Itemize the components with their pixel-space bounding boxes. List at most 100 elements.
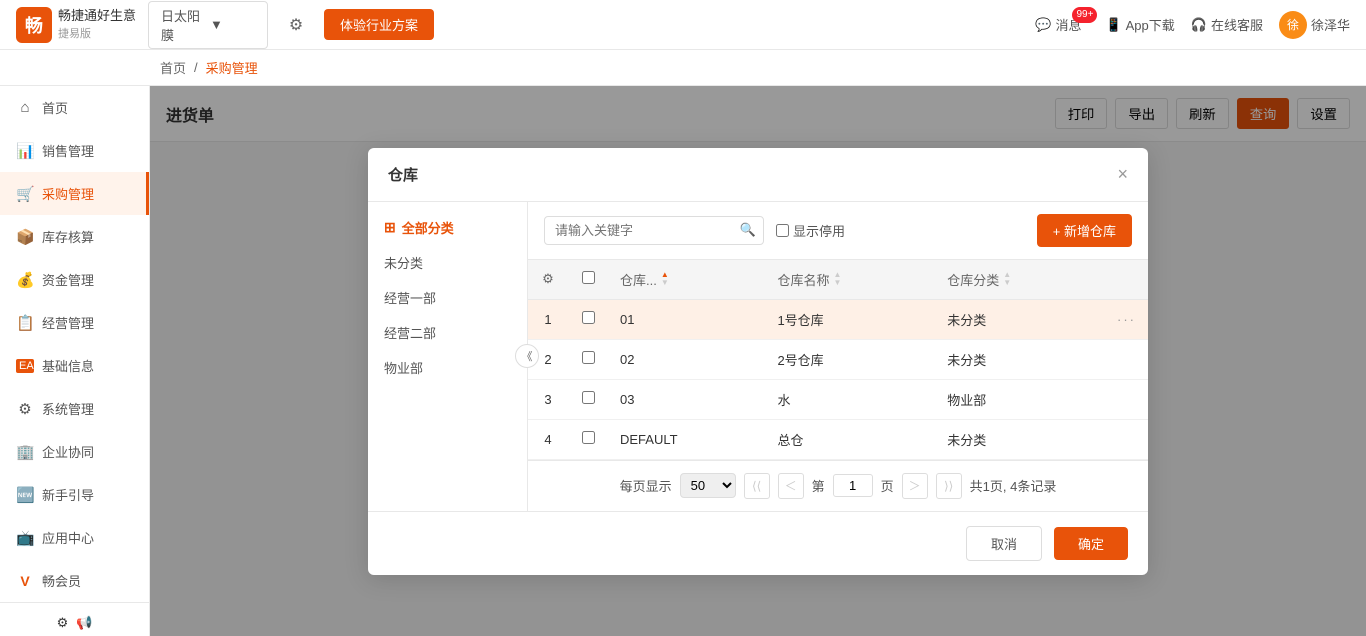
modal-sidebar: ⊞ 全部分类 未分类 经营一部 经营二部 物业部 xyxy=(368,202,528,511)
page-label: 页 xyxy=(881,476,894,495)
add-warehouse-button[interactable]: + 新增仓库 xyxy=(1037,214,1132,247)
trial-button[interactable]: 体验行业方案 xyxy=(324,9,434,40)
sidebar-item-system[interactable]: ⚙ 系统管理 xyxy=(0,387,149,430)
modal-cat-all-label: 全部分类 xyxy=(402,218,454,237)
message-icon: 💬 xyxy=(1035,17,1051,33)
app-download-label: App下载 xyxy=(1126,15,1175,34)
show-disabled-checkbox[interactable] xyxy=(776,224,789,237)
td-category-2: 未分类 xyxy=(935,339,1105,379)
td-actions-4 xyxy=(1105,419,1148,459)
sort-arrows-name: ▲ ▼ xyxy=(833,271,841,287)
search-icon[interactable]: 🔍 xyxy=(740,222,756,238)
topbar-right: 💬 消息 99+ 📱 App下载 🎧 在线客服 徐 徐泽华 xyxy=(1027,11,1350,39)
sidebar-item-purchase[interactable]: 🛒 采购管理 xyxy=(0,172,149,215)
app-download-button[interactable]: 📱 App下载 xyxy=(1105,15,1174,34)
per-page-label: 每页显示 xyxy=(620,476,672,495)
modal-cat-op1[interactable]: 经营一部 xyxy=(368,280,527,315)
modal-cat-op2[interactable]: 经营二部 xyxy=(368,315,527,350)
sidebar-item-operation[interactable]: 📋 经营管理 xyxy=(0,301,149,344)
store-selector[interactable]: 日太阳膜 ▼ xyxy=(148,1,268,49)
row-checkbox-3[interactable] xyxy=(582,391,595,404)
breadcrumb-current[interactable]: 采购管理 xyxy=(206,58,258,77)
finance-icon: 💰 xyxy=(16,271,34,289)
td-code-4: DEFAULT xyxy=(608,419,765,459)
settings-icon[interactable]: ⚙ xyxy=(280,9,312,41)
sidebar-label-guide: 新手引导 xyxy=(42,485,94,504)
sidebar-bottom: ⚙ 📢 xyxy=(0,602,149,636)
modal-cat-op2-label: 经营二部 xyxy=(384,323,436,342)
sidebar-item-basic[interactable]: EA 基础信息 xyxy=(0,344,149,387)
td-name-3: 水 xyxy=(765,379,935,419)
settings-header-icon[interactable]: ⚙ xyxy=(542,271,554,286)
sidebar-item-appcenter[interactable]: 📺 应用中心 xyxy=(0,516,149,559)
speaker-icon[interactable]: 📢 xyxy=(76,615,92,631)
search-input[interactable] xyxy=(544,216,764,245)
sidebar-item-guide[interactable]: 🆕 新手引导 xyxy=(0,473,149,516)
sidebar-label-inventory: 库存核算 xyxy=(42,227,94,246)
modal-toolbar: 🔍 显示停用 + 新增仓库 xyxy=(528,202,1148,260)
table-row[interactable]: 3 03 水 物业部 xyxy=(528,379,1148,419)
per-page-select[interactable]: 50 20 100 xyxy=(680,473,736,498)
table-row[interactable]: 1 01 1号仓库 未分类 ··· xyxy=(528,299,1148,339)
settings-bottom-icon[interactable]: ⚙ xyxy=(57,615,69,631)
app-logo: 畅 畅捷通好生意 捷易版 xyxy=(16,7,136,43)
sidebar-item-sales[interactable]: 📊 销售管理 xyxy=(0,129,149,172)
row-checkbox-4[interactable] xyxy=(582,431,595,444)
confirm-button[interactable]: 确定 xyxy=(1054,527,1128,560)
table-body: 1 01 1号仓库 未分类 ··· xyxy=(528,299,1148,459)
page-number-input[interactable] xyxy=(833,474,873,497)
table-row[interactable]: 2 02 2号仓库 未分类 xyxy=(528,339,1148,379)
sidebar-label-appcenter: 应用中心 xyxy=(42,528,94,547)
sidebar-item-home[interactable]: ⌂ 首页 xyxy=(0,86,149,129)
warehouse-modal: 仓库 × ⊞ 全部分类 未分类 经营一部 xyxy=(368,148,1148,575)
first-page-button[interactable]: ⟨⟨ xyxy=(744,473,770,499)
sales-icon: 📊 xyxy=(16,142,34,160)
sidebar-collapse-button[interactable]: 《 xyxy=(515,344,539,368)
modal-close-button[interactable]: × xyxy=(1117,164,1128,185)
show-disabled-checkbox-label[interactable]: 显示停用 xyxy=(776,221,845,240)
grid-icon: ⊞ xyxy=(384,219,396,236)
sidebar-item-finance[interactable]: 💰 资金管理 xyxy=(0,258,149,301)
row-checkbox-2[interactable] xyxy=(582,351,595,364)
th-name: 仓库名称 ▲ ▼ xyxy=(765,260,935,300)
sort-arrows-category: ▲ ▼ xyxy=(1003,271,1011,287)
table-row[interactable]: 4 DEFAULT 总仓 未分类 xyxy=(528,419,1148,459)
sidebar-item-inventory[interactable]: 📦 库存核算 xyxy=(0,215,149,258)
sidebar-item-enterprise[interactable]: 🏢 企业协同 xyxy=(0,430,149,473)
row-checkbox-1[interactable] xyxy=(582,311,595,324)
modal-overlay: 仓库 × ⊞ 全部分类 未分类 经营一部 xyxy=(150,86,1366,636)
app-name: 畅捷通好生意 xyxy=(58,8,136,25)
content-area: 进货单 打印 导出 刷新 查询 设置 仓库 × xyxy=(150,86,1366,636)
modal-cat-property[interactable]: 物业部 xyxy=(368,350,527,385)
td-actions-1: ··· xyxy=(1105,299,1148,339)
td-code-1: 01 xyxy=(608,299,765,339)
user-profile[interactable]: 徐 徐泽华 xyxy=(1279,11,1350,39)
sidebar-item-vip[interactable]: V 畅会员 xyxy=(0,559,149,602)
page-num-label: 第 xyxy=(812,476,825,495)
th-name-label: 仓库名称 xyxy=(777,270,829,289)
breadcrumb: 首页 / 采购管理 xyxy=(0,50,1366,86)
sidebar-label-vip: 畅会员 xyxy=(42,571,81,590)
modal-cat-property-label: 物业部 xyxy=(384,358,423,377)
modal-cat-all[interactable]: ⊞ 全部分类 xyxy=(368,210,527,245)
modal-title: 仓库 xyxy=(388,164,418,185)
select-all-checkbox[interactable] xyxy=(582,271,595,284)
message-button[interactable]: 💬 消息 99+ xyxy=(1027,15,1089,34)
breadcrumb-home[interactable]: 首页 xyxy=(160,58,186,77)
more-actions-icon-1[interactable]: ··· xyxy=(1117,312,1136,327)
modal-content: 🔍 显示停用 + 新增仓库 xyxy=(528,202,1148,511)
warehouse-table: ⚙ 仓库... xyxy=(528,260,1148,460)
cancel-button[interactable]: 取消 xyxy=(966,526,1042,561)
modal-cat-uncat[interactable]: 未分类 xyxy=(368,245,527,280)
th-actions xyxy=(1105,260,1148,300)
search-input-wrap: 🔍 xyxy=(544,216,764,245)
next-page-button[interactable]: ＞ xyxy=(902,473,928,499)
sidebar-label-operation: 经营管理 xyxy=(42,313,94,332)
online-service-button[interactable]: 🎧 在线客服 xyxy=(1191,15,1263,34)
last-page-button[interactable]: ⟩⟩ xyxy=(936,473,962,499)
prev-page-button[interactable]: ＜ xyxy=(778,473,804,499)
operation-icon: 📋 xyxy=(16,314,34,332)
td-actions-2 xyxy=(1105,339,1148,379)
td-name-4: 总仓 xyxy=(765,419,935,459)
home-icon: ⌂ xyxy=(16,99,34,116)
